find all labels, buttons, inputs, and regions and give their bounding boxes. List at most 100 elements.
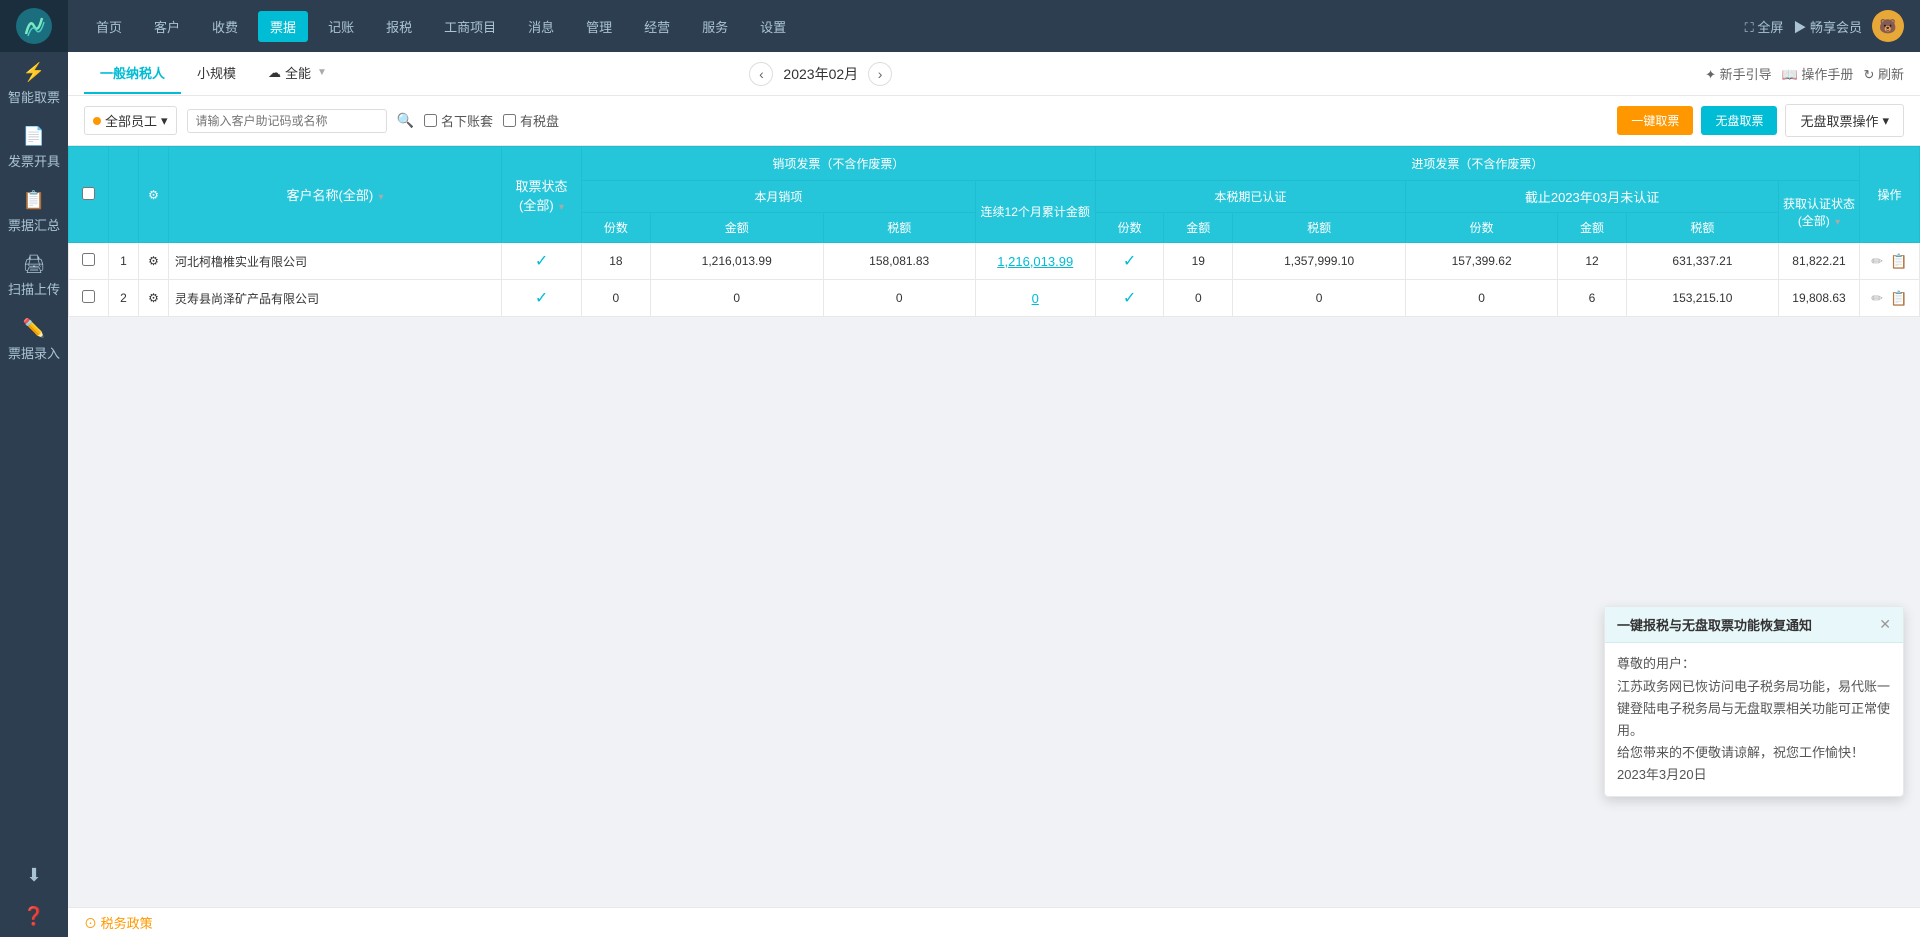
- nav-message[interactable]: 消息: [516, 11, 566, 42]
- member-btn[interactable]: ▶ 畅享会员: [1793, 17, 1862, 36]
- filter-icon[interactable]: ▾: [559, 202, 564, 213]
- th-index: [109, 147, 139, 243]
- th-input-period-count: 份数: [1095, 213, 1164, 243]
- nav-tax[interactable]: 报税: [374, 11, 424, 42]
- user-avatar[interactable]: 🐻: [1872, 10, 1904, 42]
- filter-icon[interactable]: ▾: [1835, 217, 1840, 228]
- fullscreen-btn[interactable]: ⛶ 全屏: [1745, 17, 1784, 36]
- guide-link[interactable]: ✦ 新手引导: [1705, 64, 1772, 83]
- has-disk-checkbox[interactable]: [503, 114, 516, 127]
- table-row: 1 ⚙ 河北柯橹椎实业有限公司 ✓ 18 1,216,013.99 158,08…: [69, 243, 1920, 280]
- sidebar-bottom: ⬇ ❓: [0, 855, 68, 937]
- row-customer: 灵寿县尚泽矿产品有限公司: [169, 280, 502, 317]
- my-accounts-checkbox-label[interactable]: 名下账套: [424, 111, 493, 130]
- nav-business[interactable]: 工商项目: [432, 11, 508, 42]
- row-input-uncert-amount: 631,337.21: [1626, 243, 1778, 280]
- tab-bar-right: ✦ 新手引导 📖 操作手册 ↻ 刷新: [1705, 64, 1904, 83]
- tab-general[interactable]: 一般纳税人: [84, 53, 181, 94]
- nav-settings[interactable]: 设置: [748, 11, 798, 42]
- row-input-uncert-tax: 81,822.21: [1778, 243, 1859, 280]
- sidebar-item-invoice-summary[interactable]: 📋 票据汇总: [0, 180, 68, 244]
- notification-popup: 一键报税与无盘取票功能恢复通知 ✕ 尊敬的用户： 江苏政务网已恢访问电子税务局功…: [1604, 606, 1904, 797]
- filter-icon[interactable]: ▾: [379, 192, 384, 203]
- nav-customer[interactable]: 客户: [142, 11, 192, 42]
- table-row: 2 ⚙ 灵寿县尚泽矿产品有限公司 ✓ 0 0 0 0 ✓ 0 0 0 6 153…: [69, 280, 1920, 317]
- one-click-fetch-button[interactable]: 一键取票: [1617, 106, 1693, 135]
- issue-invoice-icon: 📄: [23, 126, 45, 147]
- nav-home[interactable]: 首页: [84, 11, 134, 42]
- sidebar-item-download[interactable]: ⬇: [0, 855, 68, 896]
- refresh-link[interactable]: ↻ 刷新: [1863, 64, 1904, 83]
- invoice-summary-icon: 📋: [23, 190, 45, 211]
- th-checkbox: [69, 147, 109, 243]
- row-input-uncert-amount: 153,215.10: [1626, 280, 1778, 317]
- tab-all[interactable]: ☁ 全能 ▼: [252, 53, 343, 94]
- edit-icon[interactable]: ✏: [1871, 253, 1883, 269]
- has-disk-checkbox-label[interactable]: 有税盘: [503, 111, 559, 130]
- row-actions: ✏ 📋: [1860, 280, 1920, 317]
- sidebar: ⚡ 智能取票 📄 发票开具 📋 票据汇总 🖨 扫描上传 ✏️ 票据录入 ⬇ ❓: [0, 0, 68, 937]
- row-settings[interactable]: ⚙: [139, 280, 169, 317]
- search-button[interactable]: 🔍: [397, 112, 414, 129]
- th-sales-count: 份数: [582, 213, 651, 243]
- orange-dot-icon: [93, 117, 101, 125]
- row-settings[interactable]: ⚙: [139, 243, 169, 280]
- tax-policy-link[interactable]: ⊙ 税务政策: [84, 913, 153, 932]
- row-input-period-amount: 1,357,999.10: [1233, 243, 1406, 280]
- th-sales-month: 本月销项: [582, 181, 976, 213]
- topnav: 首页 客户 收费 票据 记账 报税 工商项目 消息 管理 经营 服务 设置 ⛶ …: [68, 0, 1920, 52]
- sidebar-item-smart-fetch[interactable]: ⚡ 智能取票: [0, 52, 68, 116]
- row-sales-12month: 0: [975, 280, 1095, 317]
- next-month-btn[interactable]: ›: [868, 62, 892, 86]
- notif-line2: 江苏政务网已恢访问电子税务局功能，易代账一键登陆电子税务局与无盘取票相关功能可正…: [1617, 676, 1891, 742]
- row-fetch-status: ✓: [502, 243, 582, 280]
- th-sales-tax: 税额: [823, 213, 975, 243]
- nav-operation[interactable]: 经营: [632, 11, 682, 42]
- search-input[interactable]: [187, 109, 387, 133]
- copy-icon[interactable]: 📋: [1890, 253, 1907, 269]
- th-input-cert-status: 获取认证状态(全部) ▾: [1778, 181, 1859, 243]
- topnav-right: ⛶ 全屏 ▶ 畅享会员 🐻: [1745, 10, 1904, 42]
- sidebar-item-data-entry[interactable]: ✏️ 票据录入: [0, 308, 68, 372]
- notif-line4: 2023年3月20日: [1617, 764, 1891, 786]
- status-bar: ⊙ 税务政策: [68, 907, 1920, 937]
- employee-select[interactable]: 全部员工 ▾: [84, 106, 177, 135]
- row-input-period-count: 0: [1164, 280, 1233, 317]
- sidebar-item-issue-invoice[interactable]: 📄 发票开具: [0, 116, 68, 180]
- prev-month-btn[interactable]: ‹: [749, 62, 773, 86]
- th-input-uncert-count: 份数: [1406, 213, 1558, 243]
- no-disk-fetch-button[interactable]: 无盘取票: [1701, 106, 1777, 135]
- copy-icon[interactable]: 📋: [1890, 290, 1907, 306]
- row-fetch-status: ✓: [502, 280, 582, 317]
- row-sales-tax: 0: [823, 280, 975, 317]
- nav-bookkeeping[interactable]: 记账: [316, 11, 366, 42]
- row-index: 2: [109, 280, 139, 317]
- select-all-checkbox[interactable]: [82, 187, 95, 200]
- filter-bar: 全部员工 ▾ 🔍 名下账套 有税盘 一键取票 无盘取票 无盘取票操作 ▾: [68, 96, 1920, 146]
- tab-bar-tabs: 一般纳税人 小规模 ☁ 全能 ▼: [84, 53, 343, 94]
- sidebar-item-help[interactable]: ❓: [0, 896, 68, 937]
- th-sales-amount: 金额: [650, 213, 823, 243]
- no-disk-ops-button[interactable]: 无盘取票操作 ▾: [1785, 104, 1904, 137]
- row-checkbox[interactable]: [69, 243, 109, 280]
- tab-small[interactable]: 小规模: [181, 53, 252, 94]
- sidebar-item-scan-upload[interactable]: 🖨 扫描上传: [0, 244, 68, 308]
- row-input-cert-status: ✓: [1095, 280, 1164, 317]
- row-input-period-tax: 0: [1406, 280, 1558, 317]
- nav-management[interactable]: 管理: [574, 11, 624, 42]
- nav-service[interactable]: 服务: [690, 11, 740, 42]
- nav-billing[interactable]: 收费: [200, 11, 250, 42]
- th-input-period: 本税期已认证: [1095, 181, 1405, 213]
- notification-close-button[interactable]: ✕: [1879, 616, 1891, 633]
- my-accounts-checkbox[interactable]: [424, 114, 437, 127]
- notif-line1: 尊敬的用户：: [1617, 653, 1891, 675]
- table-body: 1 ⚙ 河北柯橹椎实业有限公司 ✓ 18 1,216,013.99 158,08…: [69, 243, 1920, 317]
- manual-link[interactable]: 📖 操作手册: [1782, 64, 1854, 83]
- notif-line3: 给您带来的不便敬请谅解，祝您工作愉快！: [1617, 742, 1891, 764]
- row-checkbox[interactable]: [69, 280, 109, 317]
- scan-upload-icon: 🖨: [23, 254, 46, 275]
- filter-bar-right: 一键取票 无盘取票 无盘取票操作 ▾: [1617, 104, 1904, 137]
- chevron-down-icon: ▼: [317, 67, 327, 78]
- nav-invoice[interactable]: 票据: [258, 11, 308, 42]
- edit-icon[interactable]: ✏: [1871, 290, 1883, 306]
